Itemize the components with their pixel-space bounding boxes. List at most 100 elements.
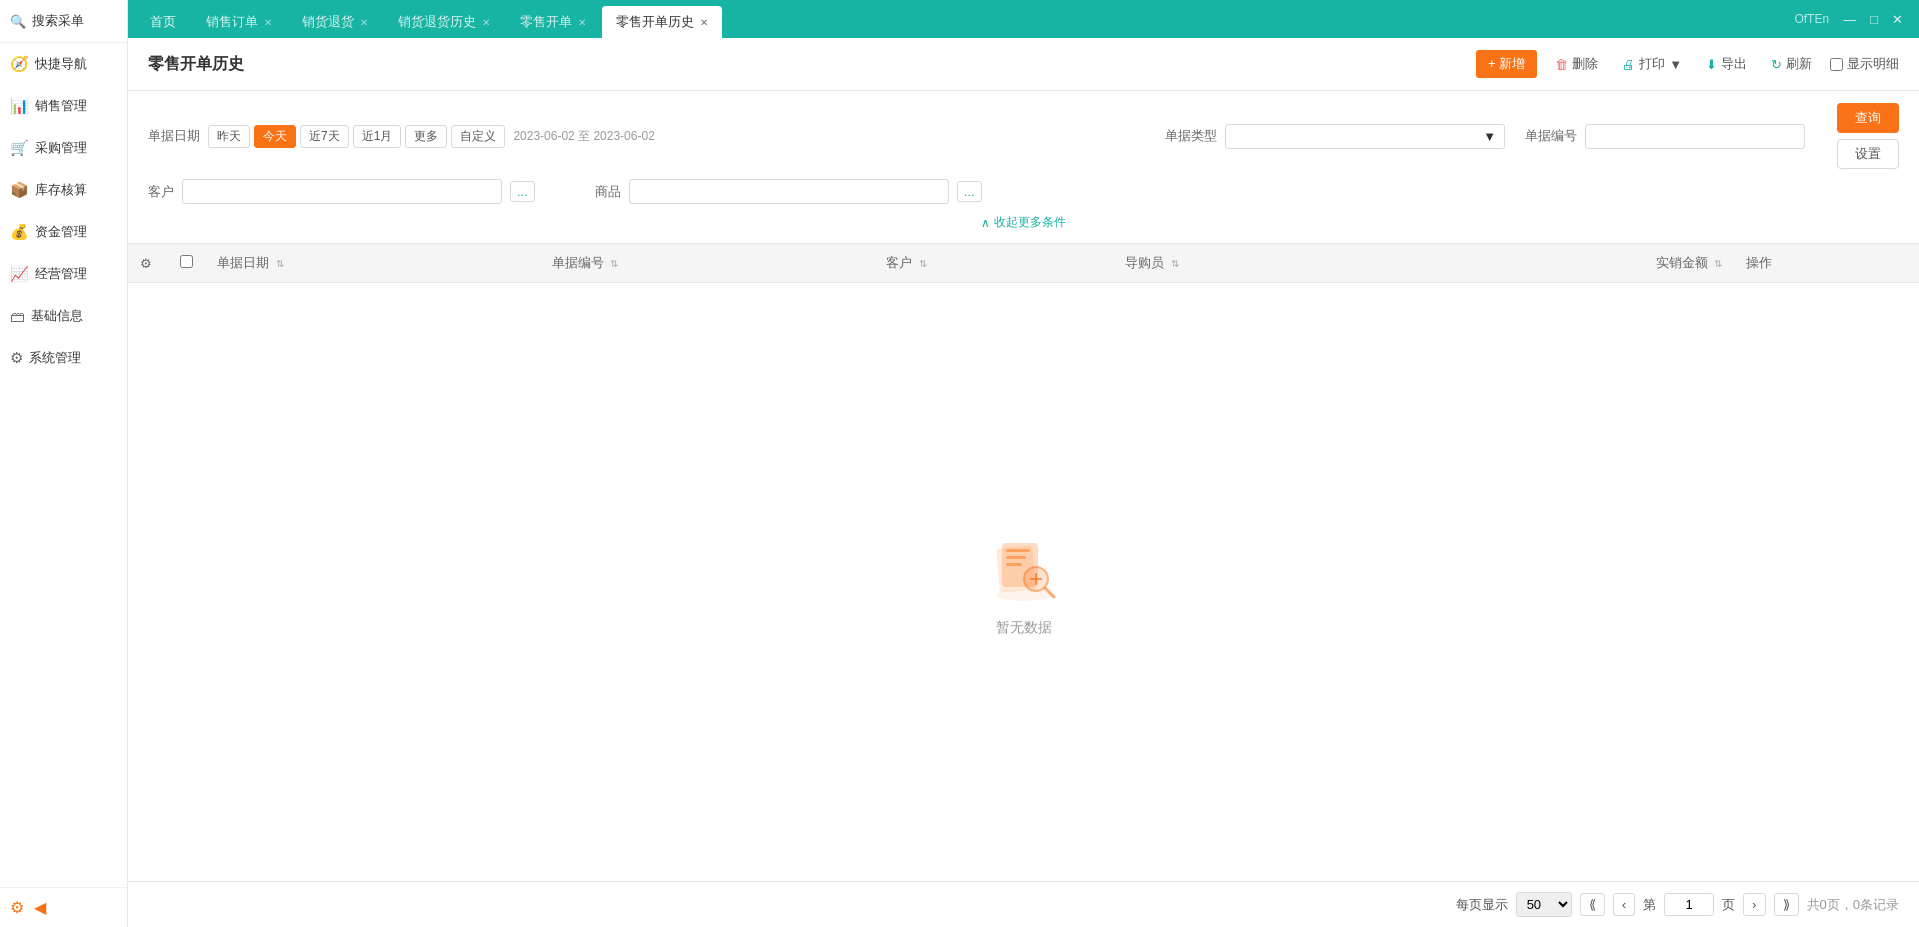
tab-close-retail-open[interactable]: ✕ <box>578 17 586 28</box>
date-btn-last-month[interactable]: 近1月 <box>353 125 402 148</box>
tab-label-home: 首页 <box>150 13 176 31</box>
filter-row-1: 单据日期 昨天 今天 近7天 近1月 更多 自定义 2023-06-02 至 2… <box>148 103 1899 169</box>
display-checkbox[interactable] <box>1830 58 1843 71</box>
collapse-label: 收起更多条件 <box>994 214 1066 231</box>
header-actions: + 新增 🗑 删除 🖨 打印 ▼ ⬇ 导出 ↻ 刷新 <box>1476 50 1899 78</box>
doc-no-input[interactable] <box>1585 124 1805 149</box>
next-page-btn[interactable]: › <box>1743 893 1765 916</box>
sidebar-search[interactable]: 🔍 搜索采单 <box>0 0 127 43</box>
date-filter-label: 单据日期 <box>148 127 200 145</box>
tab-close-retail-open-history[interactable]: ✕ <box>700 17 708 28</box>
date-buttons: 昨天 今天 近7天 近1月 更多 自定义 2023-06-02 至 2023-0… <box>208 125 655 148</box>
maximize-btn[interactable]: □ <box>1870 12 1878 27</box>
delete-icon: 🗑 <box>1555 57 1568 72</box>
col-date[interactable]: 单据日期 ⇅ <box>205 244 540 283</box>
doc-type-select[interactable]: ▼ <box>1225 124 1505 149</box>
svg-rect-4 <box>1006 556 1026 559</box>
prev-page-btn[interactable]: ‹ <box>1613 893 1635 916</box>
date-btn-today[interactable]: 今天 <box>254 125 296 148</box>
sidebar-item-sales-mgmt[interactable]: 📊销售管理 <box>0 85 127 127</box>
sidebar-icon-quick-nav: 🧭 <box>10 55 29 73</box>
col-customer[interactable]: 客户 ⇅ <box>874 244 1113 283</box>
sidebar-item-purchase-mgmt[interactable]: 🛒采购管理 <box>0 127 127 169</box>
sidebar-label-basic-info: 基础信息 <box>31 307 83 325</box>
date-btn-yesterday[interactable]: 昨天 <box>208 125 250 148</box>
table-settings-icon[interactable]: ⚙ <box>140 256 152 271</box>
col-guide-label: 导购员 <box>1125 255 1164 270</box>
sidebar-item-operations[interactable]: 📈 经营管理 <box>0 253 127 295</box>
refresh-button[interactable]: ↻ 刷新 <box>1765 51 1818 77</box>
doc-type-label: 单据类型 <box>1165 127 1217 145</box>
refresh-label: 刷新 <box>1786 55 1812 73</box>
collapse-arrow: ∧ <box>981 216 990 230</box>
date-btn-more[interactable]: 更多 <box>405 125 447 148</box>
table-settings-header[interactable]: ⚙ <box>128 244 168 283</box>
tab-bar: 首页销售订单✕销货退货✕销货退货历史✕零售开单✕零售开单历史✕ OfTEn — … <box>128 0 1919 38</box>
per-page-label: 每页显示 <box>1456 896 1508 914</box>
col-customer-sort: ⇅ <box>919 258 927 269</box>
print-label: 打印 <box>1639 55 1665 73</box>
sidebar-icon-system: ⚙ <box>10 349 23 367</box>
sidebar-icon-operations: 📈 <box>10 265 29 283</box>
sidebar-item-system[interactable]: ⚙ 系统管理 <box>0 337 127 379</box>
tab-retail-open[interactable]: 零售开单 ✕ <box>506 6 600 38</box>
sidebar-label-system: 系统管理 <box>29 349 81 367</box>
query-button[interactable]: 查询 <box>1837 103 1899 133</box>
settings-icon[interactable]: ⚙ <box>10 898 24 917</box>
tab-close-sales-return-history[interactable]: ✕ <box>482 17 490 28</box>
display-toggle[interactable]: 显示明细 <box>1830 55 1899 73</box>
sidebar-bottom: ⚙ ◀ <box>0 887 127 927</box>
customer-input[interactable] <box>182 179 502 204</box>
settings-button[interactable]: 设置 <box>1837 139 1899 169</box>
sidebar-label-operations: 经营管理 <box>35 265 87 283</box>
doc-type-filter-group: 单据类型 ▼ <box>1165 124 1505 149</box>
date-btn-last7[interactable]: 近7天 <box>300 125 349 148</box>
delete-button[interactable]: 🗑 删除 <box>1549 51 1604 77</box>
collapse-filter-btn[interactable]: ∧ 收起更多条件 <box>148 214 1899 231</box>
minimize-btn[interactable]: — <box>1843 12 1856 27</box>
tab-close-sales-return[interactable]: ✕ <box>360 17 368 28</box>
col-amount[interactable]: 实销金额 ⇅ <box>1400 244 1735 283</box>
sidebar-item-quick-nav[interactable]: 🧭 快捷导航 <box>0 43 127 85</box>
main-table: ⚙ 单据日期 ⇅ 单据编号 ⇅ <box>128 244 1919 283</box>
print-button[interactable]: 🖨 打印 ▼ <box>1616 51 1688 77</box>
window-close-btn[interactable]: ✕ <box>1892 12 1903 27</box>
page-title: 零售开单历史 <box>148 54 244 75</box>
last-page-btn[interactable]: ⟫ <box>1774 893 1799 916</box>
select-all-checkbox[interactable] <box>180 255 193 268</box>
sidebar-item-finance[interactable]: 💰资金管理 <box>0 211 127 253</box>
date-btn-custom[interactable]: 自定义 <box>451 125 505 148</box>
tab-sales-order[interactable]: 销售订单✕ <box>192 6 286 38</box>
table-checkbox-header[interactable] <box>168 244 205 283</box>
product-input[interactable] <box>629 179 949 204</box>
collapse-icon[interactable]: ◀ <box>34 898 46 917</box>
col-date-sort: ⇅ <box>276 258 284 269</box>
col-guide[interactable]: 导购员 ⇅ <box>1113 244 1400 283</box>
svg-rect-3 <box>1006 549 1030 552</box>
sidebar-label-sales-mgmt: 销售管理 <box>35 97 87 115</box>
print-arrow: ▼ <box>1669 57 1682 72</box>
table-container: ⚙ 单据日期 ⇅ 单据编号 ⇅ <box>128 244 1919 927</box>
customer-ellipsis-btn[interactable]: ... <box>510 181 535 202</box>
add-button[interactable]: + 新增 <box>1476 50 1537 78</box>
sidebar: 🔍 搜索采单 🧭 快捷导航 📊销售管理🛒采购管理📦库存核算💰资金管理 📈 经营管理 🗃基础… <box>0 0 128 927</box>
sidebar-menu: 🧭 快捷导航 📊销售管理🛒采购管理📦库存核算💰资金管理 📈 经营管理 🗃基础信息 ⚙ 系统管理 <box>0 43 127 887</box>
export-button[interactable]: ⬇ 导出 <box>1700 51 1753 77</box>
product-ellipsis-btn[interactable]: ... <box>957 181 982 202</box>
page-input[interactable] <box>1664 893 1714 916</box>
col-no[interactable]: 单据编号 ⇅ <box>540 244 875 283</box>
tab-label-retail-open: 零售开单 <box>520 13 572 31</box>
first-page-btn[interactable]: ⟪ <box>1580 893 1605 916</box>
sidebar-label-quick-nav: 快捷导航 <box>35 55 87 73</box>
tab-sales-return[interactable]: 销货退货 ✕ <box>288 6 382 38</box>
tab-home[interactable]: 首页 <box>136 6 190 38</box>
tab-retail-open-history[interactable]: 零售开单历史✕ <box>602 6 722 38</box>
col-customer-label: 客户 <box>886 255 912 270</box>
tab-sales-return-history[interactable]: 销货退货历史✕ <box>384 6 504 38</box>
sidebar-item-basic-info[interactable]: 🗃基础信息 <box>0 295 127 337</box>
table-header: ⚙ 单据日期 ⇅ 单据编号 ⇅ <box>128 244 1919 283</box>
tab-label-sales-return: 销货退货 <box>302 13 354 31</box>
tab-close-sales-order[interactable]: ✕ <box>264 17 272 28</box>
per-page-select[interactable]: 50 10 20 100 <box>1516 892 1572 917</box>
sidebar-item-inventory[interactable]: 📦库存核算 <box>0 169 127 211</box>
